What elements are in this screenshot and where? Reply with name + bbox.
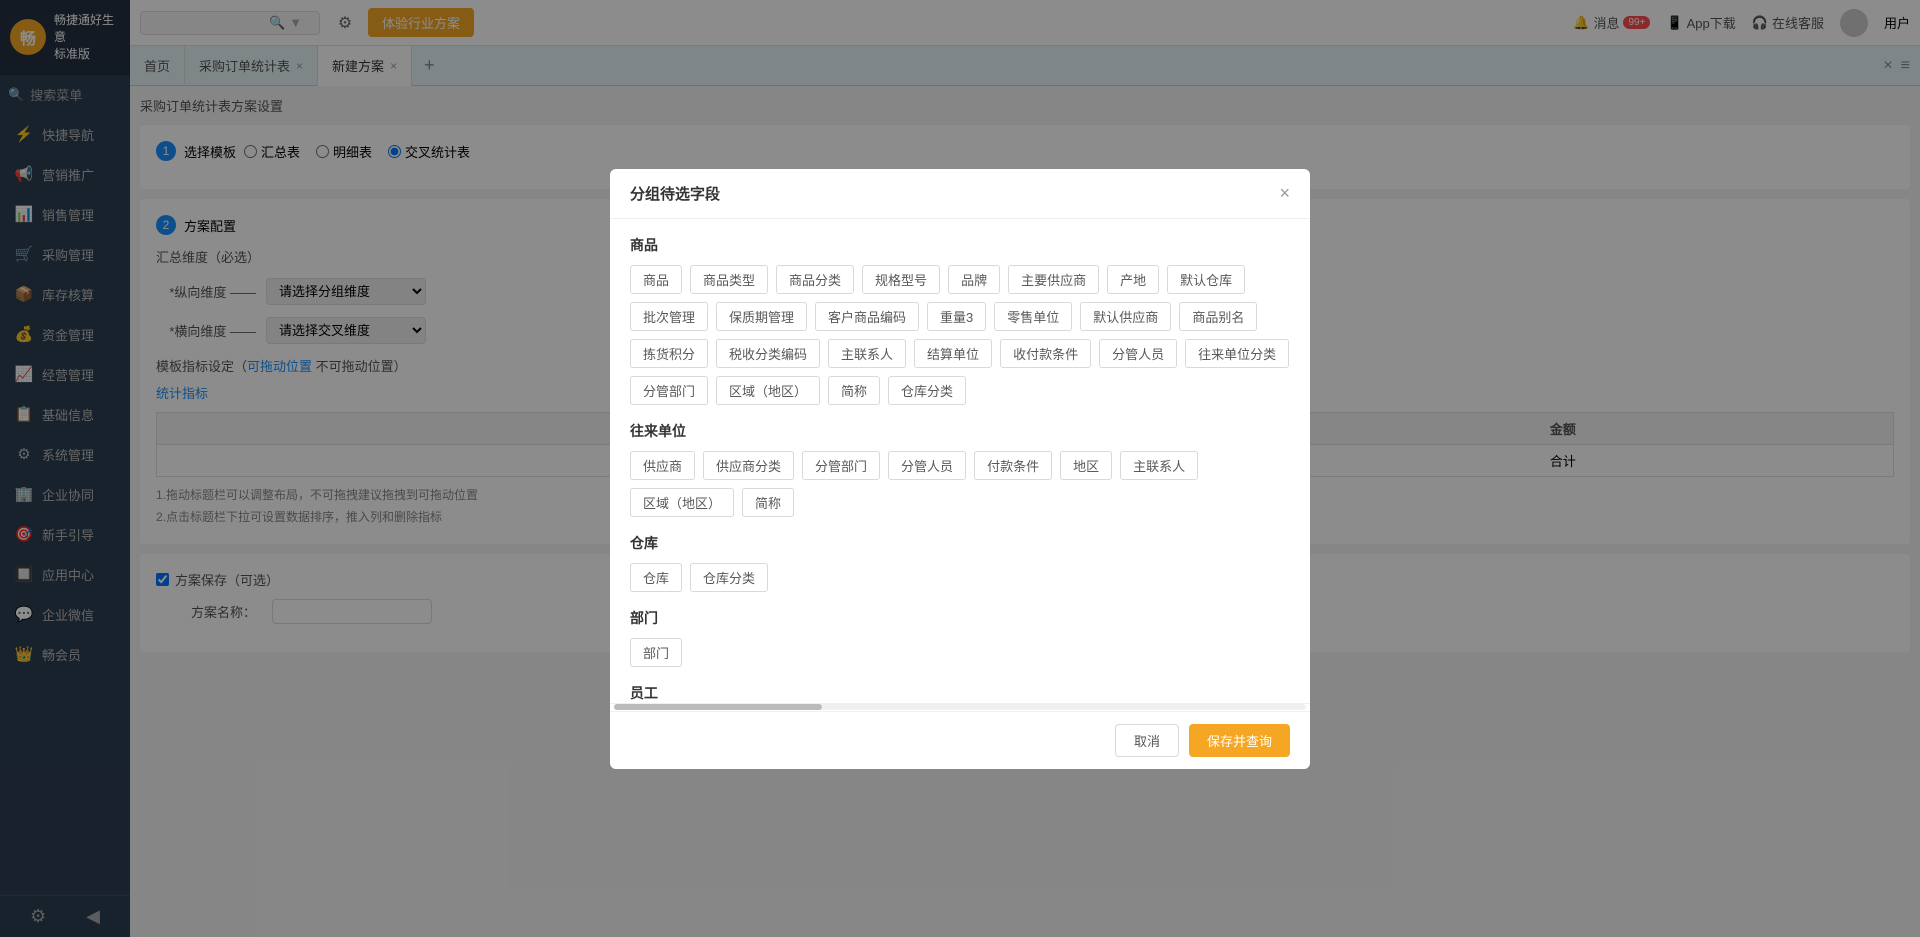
field-tag[interactable]: 产地 bbox=[1107, 265, 1159, 294]
field-tag[interactable]: 零售单位 bbox=[994, 302, 1072, 331]
field-tag[interactable]: 往来单位分类 bbox=[1185, 339, 1289, 368]
field-tag[interactable]: 仓库 bbox=[630, 563, 682, 592]
field-tag[interactable]: 供应商 bbox=[630, 451, 695, 480]
field-section-title-employee: 员工 bbox=[630, 683, 1290, 703]
field-section-title-department: 部门 bbox=[630, 608, 1290, 628]
field-tag[interactable]: 保质期管理 bbox=[716, 302, 807, 331]
modal-confirm-button[interactable]: 保存并查询 bbox=[1189, 724, 1290, 757]
field-section-title-goods: 商品 bbox=[630, 235, 1290, 255]
field-tag[interactable]: 付款条件 bbox=[974, 451, 1052, 480]
field-section-title-warehouse: 仓库 bbox=[630, 533, 1290, 553]
modal-cancel-button[interactable]: 取消 bbox=[1115, 724, 1179, 757]
field-tag[interactable]: 分管人员 bbox=[1099, 339, 1177, 368]
field-tag[interactable]: 品牌 bbox=[948, 265, 1000, 294]
field-tag[interactable]: 仓库分类 bbox=[690, 563, 768, 592]
modal-hscroll[interactable] bbox=[610, 703, 1310, 711]
field-section-warehouse: 仓库仓库仓库分类 bbox=[630, 533, 1290, 592]
field-section-partner: 往来单位供应商供应商分类分管部门分管人员付款条件地区主联系人区域（地区） 简称 bbox=[630, 421, 1290, 517]
field-tag[interactable]: 简称 bbox=[828, 376, 880, 405]
field-tag[interactable]: 商品 bbox=[630, 265, 682, 294]
field-tag[interactable]: 商品类型 bbox=[690, 265, 768, 294]
field-tag[interactable]: 区域（地区） bbox=[630, 488, 734, 517]
field-tags-partner: 供应商供应商分类分管部门分管人员付款条件地区主联系人区域（地区） 简称 bbox=[630, 451, 1290, 517]
field-tag[interactable]: 收付款条件 bbox=[1000, 339, 1091, 368]
modal-dialog: 分组待选字段 × 商品商品商品类型商品分类规格型号品牌主要供应商产地默认仓库批次… bbox=[610, 169, 1310, 769]
modal-header: 分组待选字段 × bbox=[610, 169, 1310, 219]
field-tag[interactable]: 商品别名 bbox=[1179, 302, 1257, 331]
field-section-department: 部门部门 bbox=[630, 608, 1290, 667]
field-tag[interactable]: 税收分类编码 bbox=[716, 339, 820, 368]
modal-close-button[interactable]: × bbox=[1279, 183, 1290, 204]
field-tag[interactable]: 规格型号 bbox=[862, 265, 940, 294]
field-tags-warehouse: 仓库仓库分类 bbox=[630, 563, 1290, 592]
field-tags-goods: 商品商品类型商品分类规格型号品牌主要供应商产地默认仓库批次管理保质期管理客户商品… bbox=[630, 265, 1290, 405]
field-tag[interactable]: 部门 bbox=[630, 638, 682, 667]
modal-body[interactable]: 商品商品商品类型商品分类规格型号品牌主要供应商产地默认仓库批次管理保质期管理客户… bbox=[610, 219, 1310, 703]
field-tag[interactable]: 仓库分类 bbox=[888, 376, 966, 405]
field-section-goods: 商品商品商品类型商品分类规格型号品牌主要供应商产地默认仓库批次管理保质期管理客户… bbox=[630, 235, 1290, 405]
field-section-employee: 员工业务员 bbox=[630, 683, 1290, 703]
field-tag[interactable]: 主联系人 bbox=[828, 339, 906, 368]
modal-title: 分组待选字段 bbox=[630, 183, 720, 204]
field-tag[interactable]: 区域（地区） bbox=[716, 376, 820, 405]
field-tag[interactable]: 供应商分类 bbox=[703, 451, 794, 480]
field-tag[interactable]: 批次管理 bbox=[630, 302, 708, 331]
field-tag[interactable]: 客户商品编码 bbox=[815, 302, 919, 331]
modal-overlay: 分组待选字段 × 商品商品商品类型商品分类规格型号品牌主要供应商产地默认仓库批次… bbox=[0, 0, 1920, 937]
modal-footer: 取消 保存并查询 bbox=[610, 711, 1310, 769]
field-tag[interactable]: 地区 bbox=[1060, 451, 1112, 480]
field-tag[interactable]: 主要供应商 bbox=[1008, 265, 1099, 294]
field-tag[interactable]: 默认供应商 bbox=[1080, 302, 1171, 331]
field-tag[interactable]: 分管人员 bbox=[888, 451, 966, 480]
field-tag[interactable]: 分管部门 bbox=[802, 451, 880, 480]
field-tag[interactable]: 主联系人 bbox=[1120, 451, 1198, 480]
field-tag[interactable]: 结算单位 bbox=[914, 339, 992, 368]
field-tag[interactable]: 重量3 bbox=[927, 302, 986, 331]
field-tag[interactable]: 商品分类 bbox=[776, 265, 854, 294]
field-tags-department: 部门 bbox=[630, 638, 1290, 667]
field-tag[interactable]: 拣货积分 bbox=[630, 339, 708, 368]
field-section-title-partner: 往来单位 bbox=[630, 421, 1290, 441]
field-tag[interactable]: 分管部门 bbox=[630, 376, 708, 405]
field-tag[interactable]: 默认仓库 bbox=[1167, 265, 1245, 294]
field-tag[interactable]: 简称 bbox=[742, 488, 794, 517]
